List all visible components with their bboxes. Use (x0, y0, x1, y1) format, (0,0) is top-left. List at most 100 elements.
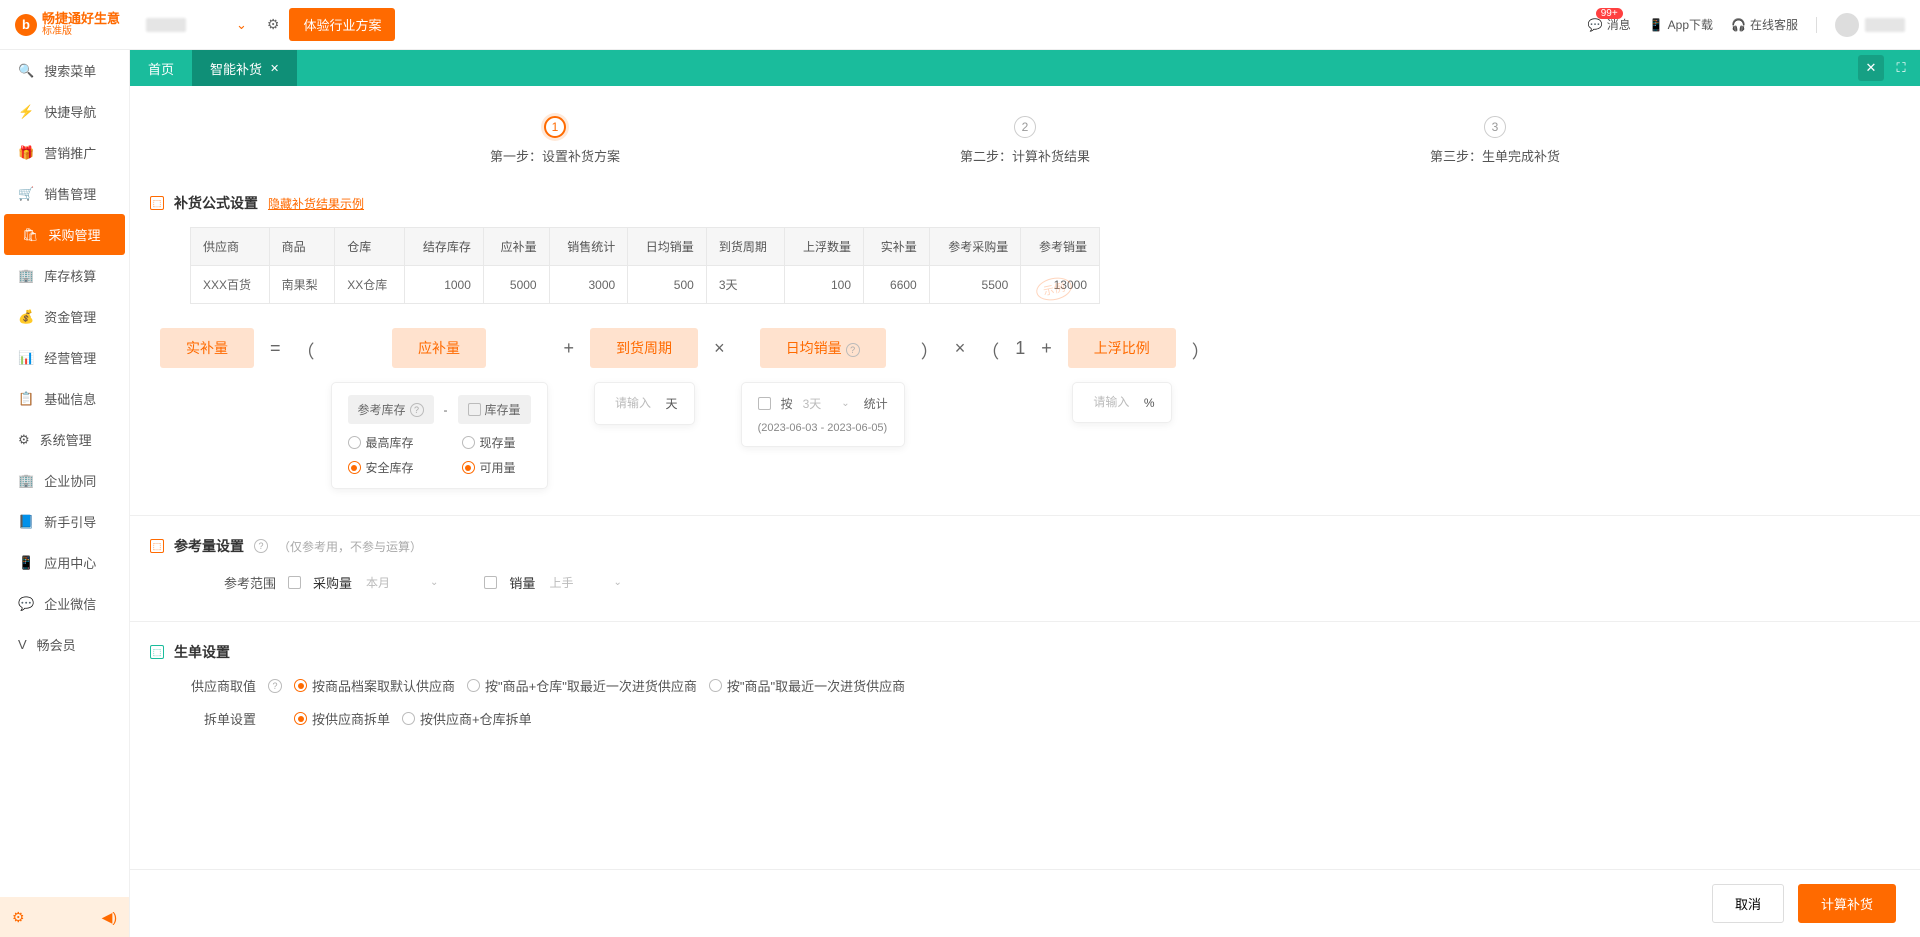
sidebar-item-5[interactable]: 🏢库存核算 (0, 255, 129, 296)
step-label: 第二步：计算补货结果 (960, 146, 1090, 165)
tab-restock[interactable]: 智能补货 ✕ (192, 50, 297, 86)
supplier-opt-1[interactable]: 按"商品+仓库"取最近一次进货供应商 (467, 676, 697, 695)
lparen2: （ (981, 328, 999, 364)
days-value[interactable]: 3天 (803, 395, 822, 412)
tab-label: 首页 (148, 59, 174, 78)
table-cell: 100 (785, 266, 864, 304)
sidebar-item-10[interactable]: 🏢企业协同 (0, 460, 129, 501)
sidebar-item-12[interactable]: 📱应用中心 (0, 542, 129, 583)
app-label: App下载 (1668, 16, 1713, 33)
headset-icon: 🎧 (1731, 18, 1746, 32)
ref-stock-seg[interactable]: 参考库存 ? (348, 395, 434, 424)
max-stock-radio[interactable]: 最高库存 (348, 434, 414, 451)
split-opt-1[interactable]: 按供应商+仓库拆单 (402, 709, 532, 728)
app-download-link[interactable]: 📱 App下载 (1649, 16, 1713, 33)
table-cell: 500 (628, 266, 707, 304)
help-icon[interactable]: ? (410, 403, 424, 417)
sidebar-item-8[interactable]: 📋基础信息 (0, 378, 129, 419)
help-icon[interactable]: ? (254, 539, 268, 553)
sidebar-item-2[interactable]: 🎁营销推广 (0, 132, 129, 173)
org-selector[interactable]: ⌄ (140, 17, 247, 33)
cancel-button[interactable]: 取消 (1712, 884, 1784, 923)
service-label: 在线客服 (1750, 16, 1798, 33)
safe-stock-radio[interactable]: 安全库存 (348, 459, 414, 476)
tab-close-all-button[interactable]: ✕ (1858, 55, 1884, 81)
sidebar-icon: 🎁 (18, 145, 34, 161)
sidebar-icon: 🛒 (18, 186, 34, 202)
table-cell: 6600 (864, 266, 930, 304)
sidebar-item-0[interactable]: 🔍搜索菜单 (0, 50, 129, 91)
days-input[interactable] (611, 396, 656, 411)
divider (130, 515, 1920, 516)
help-icon[interactable]: ? (846, 343, 860, 357)
gear-icon[interactable]: ⚙ (267, 16, 280, 33)
chevron-down-icon[interactable]: ⌄ (841, 398, 849, 409)
sidebar-item-6[interactable]: 💰资金管理 (0, 296, 129, 337)
sidebar-icon: 📊 (18, 350, 34, 366)
stat-label: 统计 (864, 395, 888, 412)
sidebar-icon: ⚙ (18, 432, 30, 448)
tab-label: 智能补货 (210, 59, 262, 78)
rparen2: ） (1192, 328, 1210, 364)
ref-stock-card: 参考库存 ? - 库存量 最高库存 安全库存 (331, 382, 548, 489)
table-header: 参考销量 (1021, 228, 1100, 266)
collapse-icon[interactable]: ◀) (102, 909, 117, 926)
table-cell: 3000 (549, 266, 628, 304)
tab-home[interactable]: 首页 (130, 50, 192, 86)
sales-select[interactable]: 上手⌄ (547, 570, 623, 595)
sidebar-item-4[interactable]: 🛍采购管理 (4, 214, 125, 255)
close-icon[interactable]: ✕ (270, 62, 279, 75)
user-avatar[interactable] (1835, 13, 1859, 37)
divider (130, 621, 1920, 622)
table-cell: 南果梨 (269, 266, 335, 304)
toggle-example-link[interactable]: 隐藏补货结果示例 (268, 195, 364, 212)
help-icon[interactable]: ? (268, 679, 282, 693)
footer: 取消 计算补货 (130, 869, 1920, 937)
sidebar-item-1[interactable]: ⚡快捷导航 (0, 91, 129, 132)
ratio-input[interactable] (1089, 395, 1134, 410)
ratio-unit: % (1144, 396, 1155, 410)
stock-seg[interactable]: 库存量 (458, 395, 531, 424)
sidebar-item-11[interactable]: 📘新手引导 (0, 501, 129, 542)
purchase-select[interactable]: 本月⌄ (364, 570, 440, 595)
sidebar-icon: 🏢 (18, 268, 34, 284)
rparen: ） (921, 328, 939, 364)
by-checkbox[interactable] (758, 397, 771, 410)
daily-sales-card: 按 3天 ⌄ 统计 (2023-06-03 - 2023-06-05) (741, 382, 905, 447)
stock-checkbox[interactable] (468, 403, 481, 416)
purchase-checkbox[interactable] (288, 576, 301, 589)
sidebar-item-7[interactable]: 📊经营管理 (0, 337, 129, 378)
online-service-link[interactable]: 🎧 在线客服 (1731, 16, 1798, 33)
supplier-opt-2[interactable]: 按"商品"取最近一次进货供应商 (709, 676, 905, 695)
section-marker-icon: ⬚ (150, 196, 164, 210)
sidebar-item-13[interactable]: 💬企业微信 (0, 583, 129, 624)
supplier-opt-0[interactable]: 按商品档案取默认供应商 (294, 676, 455, 695)
sidebar-item-14[interactable]: V畅会员 (0, 624, 129, 665)
table-header: 商品 (269, 228, 335, 266)
logo-icon: b (15, 14, 37, 36)
step-number: 2 (1014, 116, 1036, 138)
split-opt-0[interactable]: 按供应商拆单 (294, 709, 390, 728)
fullscreen-button[interactable]: ⛶ (1888, 55, 1914, 81)
one: 1 (1015, 328, 1025, 359)
sidebar-item-9[interactable]: ⚙ 系统管理 (0, 419, 129, 460)
current-radio[interactable]: 现存量 (462, 434, 516, 451)
section-hint: （仅参考用，不参与运算） (278, 538, 422, 555)
order-gen-section: ⬚ 生单设置 供应商取值 ? 按商品档案取默认供应商 按"商品+仓库"取最近一次… (150, 642, 1900, 728)
submit-button[interactable]: 计算补货 (1798, 884, 1896, 923)
sidebar-label: 采购管理 (49, 225, 101, 244)
table-header: 参考采购量 (929, 228, 1021, 266)
messages-link[interactable]: 💬 消息 99+ (1588, 16, 1631, 33)
sidebar-item-3[interactable]: 🛒销售管理 (0, 173, 129, 214)
avail-radio[interactable]: 可用量 (462, 459, 516, 476)
sidebar-label: 基础信息 (44, 389, 96, 408)
settings-icon[interactable]: ⚙ (12, 909, 25, 926)
date-range: (2023-06-03 - 2023-06-05) (758, 422, 888, 434)
sales-checkbox[interactable] (484, 576, 497, 589)
phone-icon: 📱 (1649, 18, 1664, 32)
minus: - (444, 403, 448, 417)
trial-button[interactable]: 体验行业方案 (289, 8, 395, 41)
formula-c: 日均销量 ? (760, 328, 886, 368)
sidebar-label: 系统管理 (40, 430, 92, 449)
sidebar-label: 快捷导航 (44, 102, 96, 121)
